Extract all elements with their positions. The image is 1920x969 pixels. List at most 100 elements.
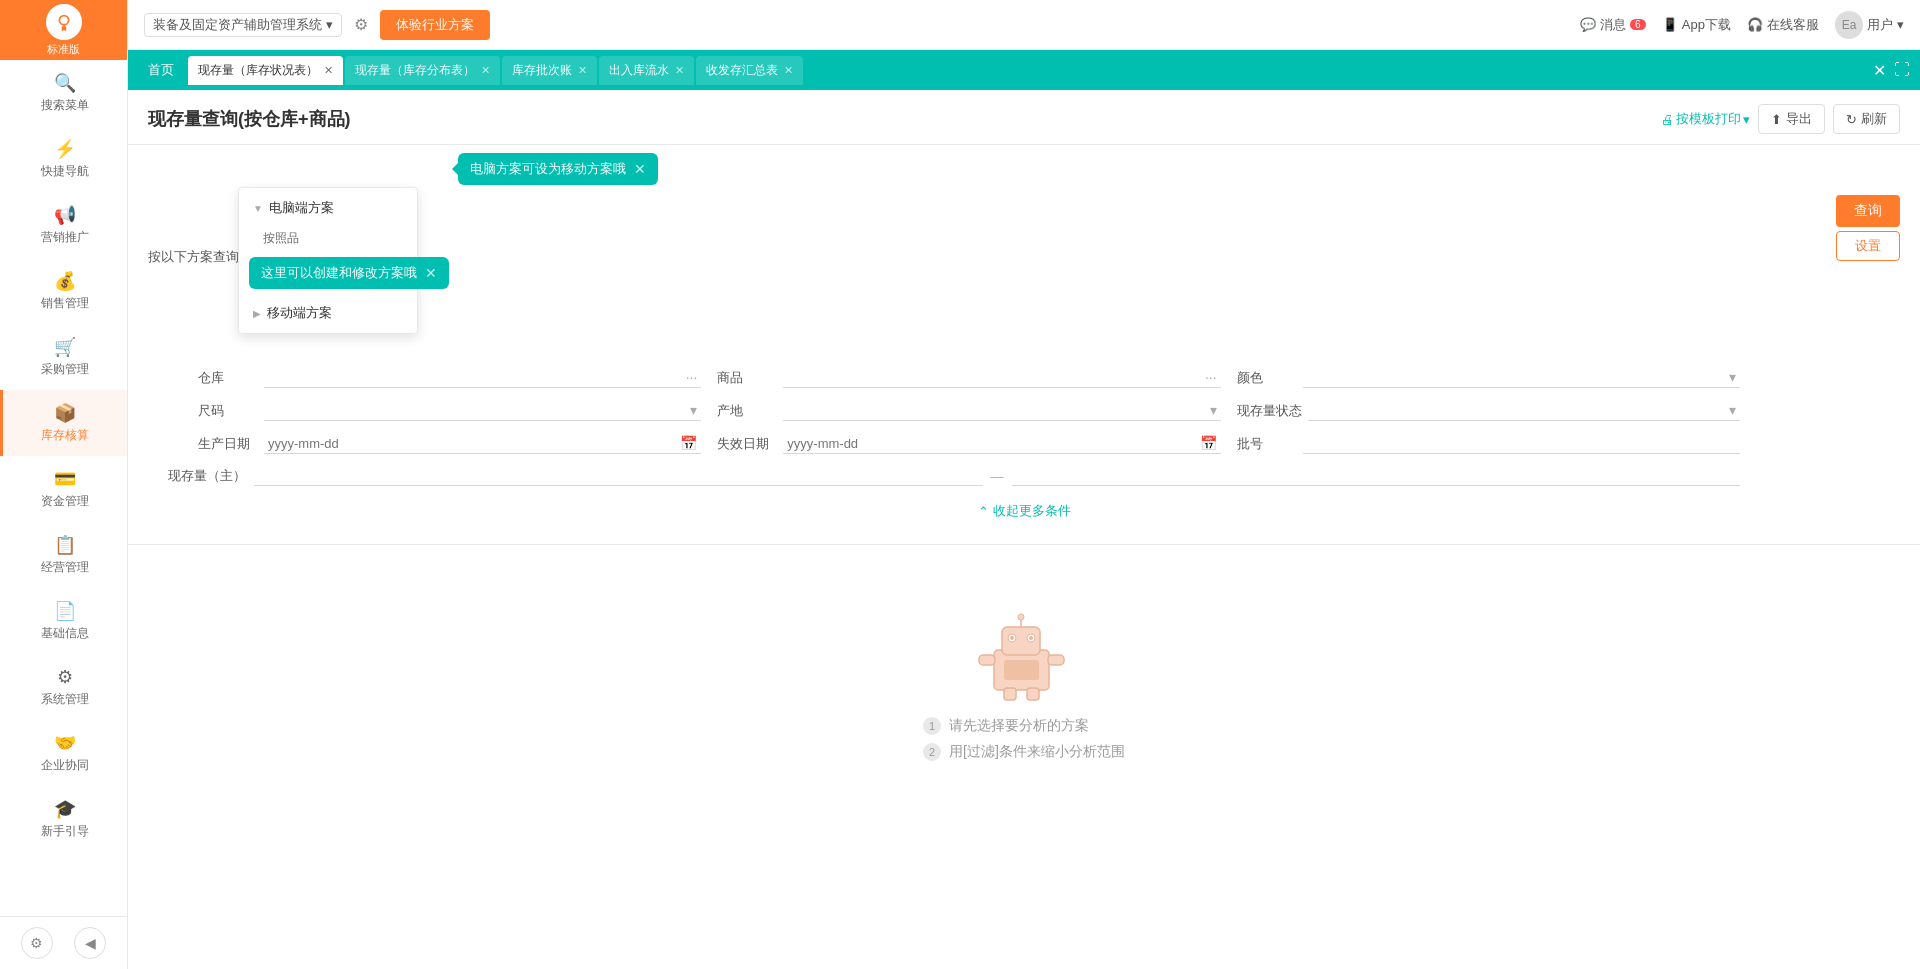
origin-input-wrap[interactable]: ▾	[783, 400, 1220, 421]
purchase-icon: 🛒	[54, 336, 76, 358]
warehouse-input-wrap[interactable]: ···	[264, 367, 701, 388]
filter-cell-stock-status: 现存量状态 ▾	[1237, 400, 1740, 421]
goods-more-icon[interactable]: ···	[1205, 369, 1217, 385]
page-title: 现存量查询(按仓库+商品)	[148, 107, 351, 131]
color-input-wrap[interactable]: ▾	[1303, 367, 1740, 388]
system-selector[interactable]: 装备及固定资产辅助管理系统 ▾	[144, 13, 342, 37]
tab-summary[interactable]: 收发存汇总表 ✕	[696, 56, 803, 85]
exp-date-calendar-icon[interactable]: 📅	[1200, 435, 1217, 451]
size-input[interactable]	[268, 403, 690, 418]
avatar: Ea	[1835, 11, 1863, 39]
color-chevron-icon[interactable]: ▾	[1729, 369, 1736, 385]
sidebar-item-basic[interactable]: 📄 基础信息	[0, 588, 127, 654]
inventory-icon: 📦	[54, 402, 76, 424]
search-btn[interactable]: 查询	[1836, 195, 1900, 227]
exp-date-input[interactable]	[787, 436, 1195, 451]
tooltip-close-1[interactable]: ✕	[634, 161, 646, 177]
origin-input[interactable]	[787, 403, 1209, 418]
stock-main-max-input[interactable]	[1016, 468, 1737, 483]
hint-text-1: 请先选择要分析的方案	[949, 717, 1089, 735]
logo-icon	[46, 4, 82, 40]
size-input-wrap[interactable]: ▾	[264, 400, 701, 421]
refresh-btn[interactable]: ↻ 刷新	[1833, 104, 1900, 134]
origin-chevron-icon[interactable]: ▾	[1210, 402, 1217, 418]
guide-icon: 🎓	[54, 798, 76, 820]
color-input[interactable]	[1307, 370, 1729, 385]
user-menu[interactable]: Ea 用户 ▾	[1835, 11, 1904, 39]
experience-btn[interactable]: 体验行业方案	[380, 10, 490, 40]
sidebar-item-search[interactable]: 🔍 搜索菜单	[0, 60, 127, 126]
sidebar-item-operations[interactable]: 📋 经营管理	[0, 522, 127, 588]
tab-close-4[interactable]: ✕	[675, 64, 684, 77]
sidebar-item-sales[interactable]: 💰 销售管理	[0, 258, 127, 324]
settings-icon[interactable]: ⚙	[350, 11, 372, 38]
close-all-tabs-icon[interactable]: ✕	[1871, 59, 1888, 82]
export-btn[interactable]: ⬆ 导出	[1758, 104, 1825, 134]
template-print-btn[interactable]: 🖨 按模板打印 ▾	[1661, 110, 1750, 128]
mfg-date-input-wrap[interactable]: 📅	[264, 433, 701, 454]
tooltip-close-2[interactable]: ✕	[425, 265, 437, 281]
exp-date-input-wrap[interactable]: 📅	[783, 433, 1220, 454]
filter-row-1: 仓库 ··· 商品 ···	[168, 367, 1740, 388]
collapse-filter-btn[interactable]: ⌃ 收起更多条件	[148, 494, 1900, 528]
batch-input[interactable]	[1307, 436, 1736, 451]
warehouse-input[interactable]	[268, 370, 686, 385]
system-icon: ⚙	[57, 666, 73, 688]
svg-point-7	[1029, 636, 1033, 640]
stock-status-input-wrap[interactable]: ▾	[1308, 400, 1740, 421]
stock-main-min-input[interactable]	[258, 468, 979, 483]
tab-flow[interactable]: 出入库流水 ✕	[599, 56, 694, 85]
chevron-down-icon: ▾	[326, 17, 333, 32]
mfg-date-label: 生产日期	[198, 435, 258, 453]
hint-text-2: 用[过滤]条件来缩小分析范围	[949, 743, 1125, 761]
sidebar-item-purchase[interactable]: 🛒 采购管理	[0, 324, 127, 390]
fullscreen-icon[interactable]: ⛶	[1892, 59, 1912, 82]
tab-batch-account[interactable]: 库存批次账 ✕	[502, 56, 597, 85]
scheme-sub-item-1[interactable]: 按照品	[239, 224, 417, 253]
tab-close-5[interactable]: ✕	[784, 64, 793, 77]
tab-inventory-status[interactable]: 现存量（库存状况表） ✕	[188, 56, 343, 85]
stock-main-input-wrap[interactable]	[254, 466, 983, 486]
search-nav-icon: 🔍	[54, 72, 76, 94]
message-badge: 6	[1630, 19, 1646, 30]
tab-home[interactable]: 首页	[136, 55, 186, 85]
goods-input[interactable]	[787, 370, 1205, 385]
app-download-btn[interactable]: 📱 App下载	[1662, 16, 1731, 34]
stock-status-chevron-icon[interactable]: ▾	[1729, 402, 1736, 418]
tab-inventory-dist[interactable]: 现存量（库存分布表） ✕	[345, 56, 500, 85]
collapse-sidebar-btn[interactable]: ◀	[74, 927, 106, 959]
sidebar-item-finance[interactable]: 💳 资金管理	[0, 456, 127, 522]
warehouse-more-icon[interactable]: ···	[686, 369, 698, 385]
sidebar-item-quicknav[interactable]: ⚡ 快捷导航	[0, 126, 127, 192]
stock-status-input[interactable]	[1312, 403, 1729, 418]
filter-cell-color: 颜色 ▾	[1237, 367, 1740, 388]
top-header: 装备及固定资产辅助管理系统 ▾ ⚙ 体验行业方案 💬 消息 6 📱 App下载 …	[128, 0, 1920, 50]
tab-close-2[interactable]: ✕	[481, 64, 490, 77]
settings-footer-btn[interactable]: ⚙	[21, 927, 53, 959]
edit-tooltip-text: 这里可以创建和修改方案哦	[261, 264, 417, 282]
sidebar-item-system[interactable]: ⚙ 系统管理	[0, 654, 127, 720]
tab-close-3[interactable]: ✕	[578, 64, 587, 77]
scheme-item-mobile[interactable]: ▶ 移动端方案	[239, 297, 417, 329]
mfg-date-input[interactable]	[268, 436, 676, 451]
sidebar-item-guide[interactable]: 🎓 新手引导	[0, 786, 127, 852]
scheme-dropdown[interactable]: ▼ 电脑端方案 按照品 这里可以创建和修改方案哦 ✕	[238, 187, 418, 334]
sidebar-item-inventory[interactable]: 📦 库存核算	[0, 390, 127, 456]
marketing-icon: 📢	[54, 204, 76, 226]
mfg-date-calendar-icon[interactable]: 📅	[680, 435, 697, 451]
size-chevron-icon[interactable]: ▾	[690, 402, 697, 418]
hint-num-2: 2	[923, 743, 941, 761]
message-btn[interactable]: 💬 消息 6	[1580, 16, 1646, 34]
goods-input-wrap[interactable]: ···	[783, 367, 1220, 388]
stock-main-max-input-wrap[interactable]	[1012, 466, 1741, 486]
batch-input-wrap[interactable]	[1303, 434, 1740, 454]
app-download-label: App下载	[1682, 16, 1731, 34]
scheme-item-desktop[interactable]: ▼ 电脑端方案	[239, 192, 417, 224]
tab-close-1[interactable]: ✕	[324, 64, 333, 77]
set-btn[interactable]: 设置	[1836, 231, 1900, 261]
sidebar-item-enterprise[interactable]: 🤝 企业协同	[0, 720, 127, 786]
svg-rect-12	[1004, 688, 1016, 700]
online-support-btn[interactable]: 🎧 在线客服	[1747, 16, 1819, 34]
sidebar-item-marketing[interactable]: 📢 营销推广	[0, 192, 127, 258]
expand-mobile-icon: ▶	[253, 308, 261, 319]
